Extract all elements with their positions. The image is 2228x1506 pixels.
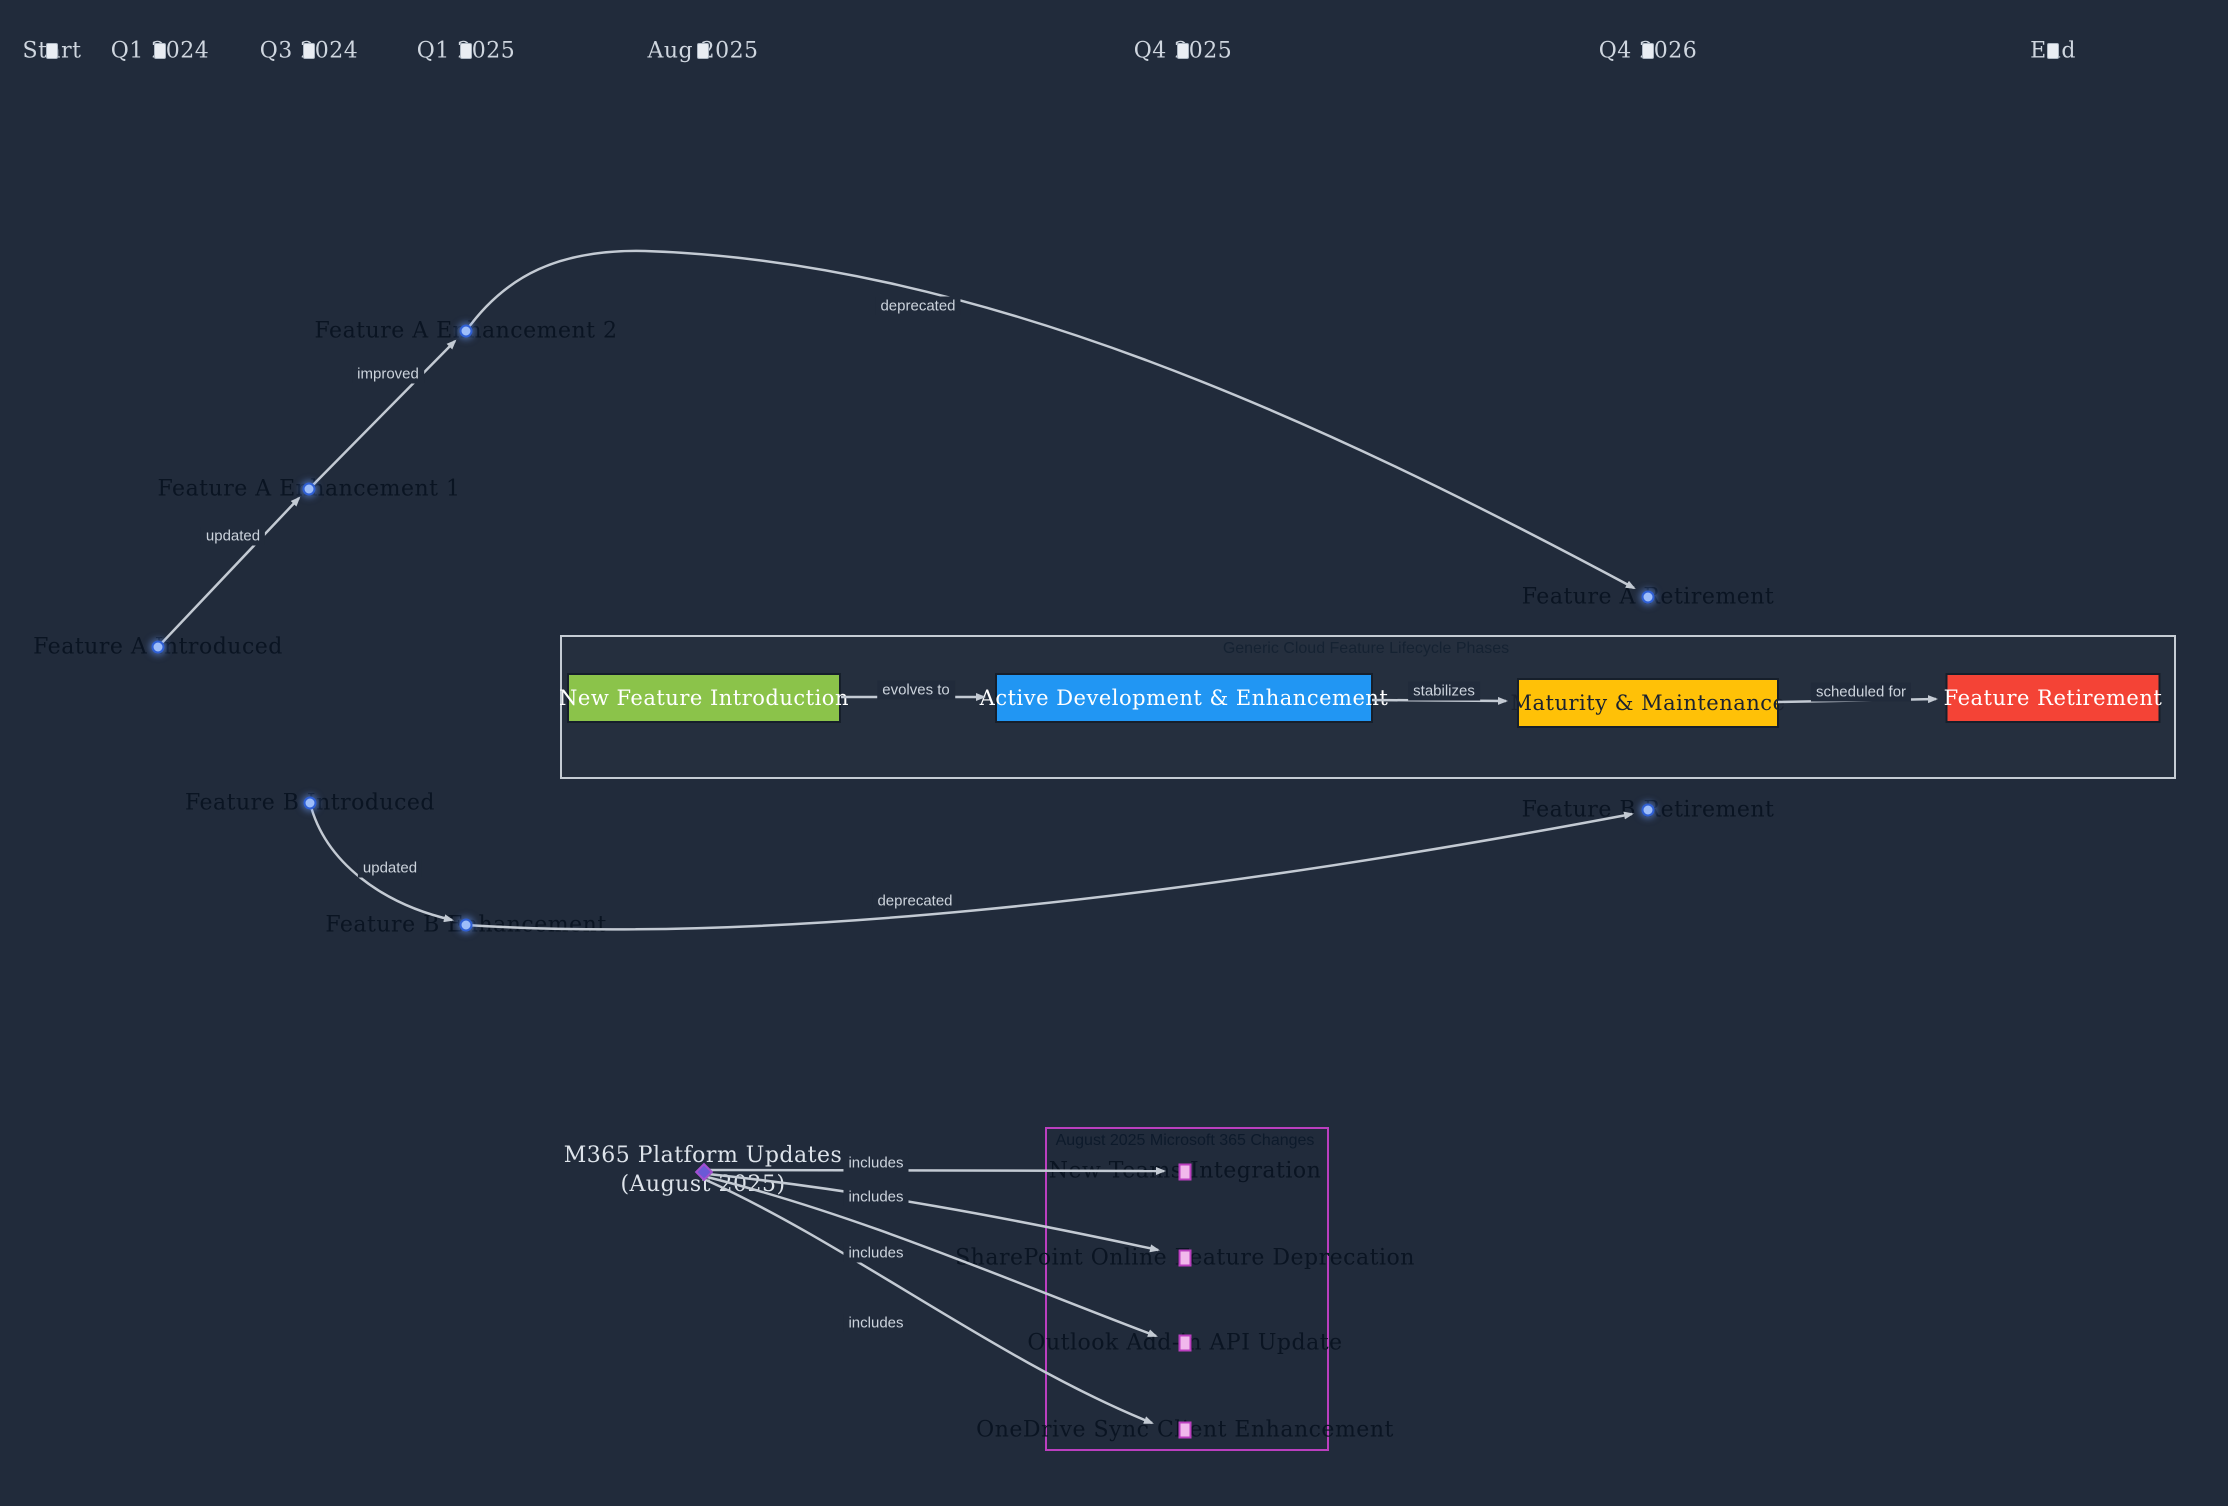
edge-label-includes-4: includes [843,1313,909,1333]
timeline-milestone-marker [2047,43,2059,59]
edge-m365-includes-4 [705,1178,1154,1425]
edge-m365-includes-3 [706,1175,1158,1338]
edge-a-introduced-to-enh1 [157,496,301,648]
edge-label-stabilizes: stabilizes [1408,681,1480,701]
edge-m365-includes-1 [707,1166,1166,1175]
edge-label-includes-3: includes [843,1243,909,1263]
timeline-milestone-marker [460,43,472,59]
timeline-milestone-marker [46,43,58,59]
timeline-milestone-marker [1177,43,1189,59]
edge-a-enh1-to-enh2 [308,339,457,490]
new-teams-integration-point [1178,1163,1192,1181]
edge-label-includes-1: includes [843,1153,909,1173]
edge-label-a-updated: updated [200,526,266,546]
feature-b-enhancement-point [459,918,473,932]
edge-b-enhancement-to-retirement [465,811,1634,931]
feature-a-retirement-point [1641,590,1655,604]
timeline-milestone-marker [697,43,709,59]
feature-b-introduced-point [303,796,317,810]
edge-m365-includes-2 [707,1172,1160,1253]
outlook-api-update-point [1178,1334,1192,1352]
timeline-milestone-marker [154,43,166,59]
sharepoint-deprecation-point [1178,1249,1192,1267]
edge-label-a-improved: improved [352,364,424,384]
timeline-milestone-marker [1642,43,1654,59]
feature-b-retirement-point [1641,803,1655,817]
edge-label-b-deprecated: deprecated [872,891,958,911]
edge-layer [157,249,1938,1425]
edge-label-evolves-to: evolves to [877,680,955,700]
edge-label-scheduled-for: scheduled for [1810,682,1912,702]
edge-a-enh2-to-retirement [464,249,1636,590]
flowchart-canvas: Start Q1 2024 Q3 2024 Q1 2025 Aug 2025 Q… [0,0,2228,1506]
onedrive-enhancement-point [1178,1421,1192,1439]
timeline-milestone-marker [303,43,315,59]
feature-a-enhancement-1-point [302,482,316,496]
feature-a-enhancement-2-point [459,324,473,338]
edge-label-b-updated: updated [357,858,423,878]
edge-label-a-deprecated: deprecated [875,296,961,316]
edge-label-includes-2: includes [843,1187,909,1207]
feature-a-introduced-point [151,640,165,654]
